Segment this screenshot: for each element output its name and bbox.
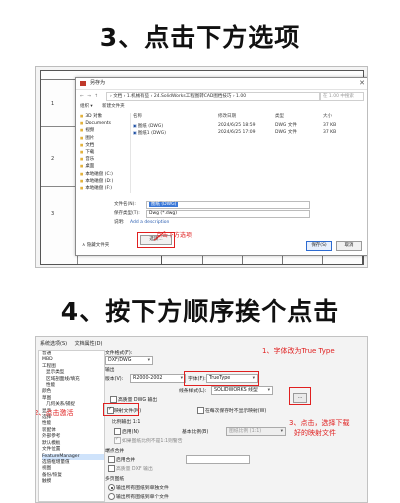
save-button[interactable]: 保存(S) (306, 241, 332, 251)
file-format-select[interactable]: DXF/DWG (105, 356, 153, 365)
multisheet-label: 多页图纸 (105, 477, 125, 482)
merge-distance-input[interactable] (186, 455, 250, 464)
multisheet-single-label: 输出所有图纸到单个文件 (116, 495, 169, 500)
hide-folders-toggle[interactable]: ∧ 隐藏文件夹 (82, 242, 109, 248)
drawing-row-label: 1 (51, 101, 55, 107)
file-list-header: 名称 修改日期 类型 大小 (133, 113, 362, 120)
tab-document-properties[interactable]: 文档属性(D) (75, 341, 103, 347)
sidebar-item[interactable]: 3D 对象 (80, 113, 130, 120)
dialog-title-bar: 另存为 ✕ (76, 78, 367, 90)
export-options-panel: 系统选项(S) 文档属性(D) 普通 MBD 工程图 显示类型 区域剖面线/填充… (35, 336, 368, 503)
dwg-file-icon: ▣ (133, 130, 137, 135)
version-label: 版本(V): (105, 377, 124, 382)
endpoint-merge-label: 端点合并 (105, 449, 125, 454)
base-scale-select[interactable]: 图纸比例 (1:1) (226, 427, 286, 436)
options-tree: 普通 MBD 工程图 显示类型 区域剖面线/填充 性能 颜色 草图 几何关系/捕… (38, 350, 105, 502)
multisheet-separate-radio[interactable] (108, 484, 115, 491)
dialog-toolbar: 组织 ▾ 新建文件夹 (80, 103, 364, 111)
step3-title: 3、点击下方选项 (99, 23, 301, 52)
file-row[interactable]: ▣图纸1 (DWG) 2024/6/25 17:09 DWG 文件 37 KB (133, 129, 362, 136)
enable-merge-label: 启用合并 (116, 458, 136, 463)
highlight-box-font (184, 371, 259, 386)
address-bar: ← → ↑ › 文档 › 1.机械有些 › 24.SolidWorks工程图转C… (80, 92, 364, 101)
filetype-select[interactable]: Dwg (*.dwg) (146, 210, 310, 218)
annotation-step1: 1、字体改为True Type (262, 347, 335, 355)
high-quality-label: 高质量 DWG 输出 (118, 398, 158, 403)
save-as-dialog: 另存为 ✕ ← → ↑ › 文档 › 1.机械有些 › 24.SolidWork… (75, 77, 367, 256)
column-type[interactable]: 类型 (275, 113, 284, 120)
organize-menu[interactable]: 组织 ▾ (80, 104, 93, 109)
column-name[interactable]: 名称 (133, 113, 142, 120)
nav-sidebar: 3D 对象 Documents 视频 图片 文档 下载 音乐 桌面 本地磁盘 (… (80, 113, 131, 193)
high-quality-dxf-label: 高质量 DXF 输出 (116, 467, 153, 472)
sidebar-item[interactable]: 本地磁盘 (D:) (80, 178, 130, 185)
multisheet-single-radio[interactable] (108, 493, 115, 500)
enable-scale-label: 启用(N) (122, 430, 139, 435)
annotation-step3-cont: 好的映射文件 (294, 429, 336, 437)
sidebar-item[interactable]: 本地磁盘 (F:) (80, 185, 130, 192)
column-size[interactable]: 大小 (323, 113, 332, 120)
dialog-title: 另存为 (90, 80, 106, 86)
sidebar-item[interactable]: 文档 (80, 142, 130, 149)
app-icon (80, 81, 86, 86)
cancel-button[interactable]: 取消 (336, 241, 362, 251)
warn-scale-checkbox[interactable] (114, 436, 121, 444)
sidebar-item[interactable]: 桌面 (80, 163, 130, 170)
nav-arrows-icon[interactable]: ← → ↑ (80, 92, 99, 101)
highlight-box-map (103, 403, 139, 416)
dwg-file-icon: ▣ (133, 123, 137, 128)
sidebar-item[interactable]: Documents (80, 120, 130, 127)
search-input[interactable]: 在 1.00 中搜索 (320, 92, 364, 101)
options-tabs: 系统选项(S) 文档属性(D) (40, 340, 108, 347)
sidebar-item[interactable]: 视频 (80, 127, 130, 134)
sidebar-item[interactable]: 本地磁盘 (C:) (80, 171, 130, 178)
annotation-text: 点击下方选项 (156, 232, 193, 239)
file-format-label: 文件格式(F): (105, 351, 133, 356)
new-folder-button[interactable]: 新建文件夹 (102, 104, 125, 109)
filename-input[interactable]: 图纸 (DWG) (146, 201, 310, 209)
add-description-link[interactable]: Add a description (130, 219, 169, 226)
high-quality-dxf-checkbox[interactable] (108, 465, 115, 472)
enable-scale-checkbox[interactable] (114, 428, 121, 435)
sidebar-item[interactable]: 图片 (80, 135, 130, 142)
multisheet-separate-label: 输出所有图纸到单独文件 (116, 486, 169, 491)
version-select[interactable]: R2000-2002 (130, 374, 186, 383)
file-list: 名称 修改日期 类型 大小 ▣图纸 (DWG) 2024/6/25 18:59 … (133, 113, 362, 163)
scale-label: 比例输出 1:1 (112, 420, 141, 425)
sidebar-item[interactable]: 音乐 (80, 156, 130, 163)
tab-system-options[interactable]: 系统选项(S) (40, 341, 67, 347)
drawing-row-label: 3 (51, 211, 55, 217)
output-section-label: 输出 (105, 368, 115, 373)
linestyle-select[interactable]: SOLIDWORKS 线型 (211, 386, 273, 395)
cad-screenshot-panel: 1 2 3 另存为 ✕ ← → ↑ › 文档 › 1.机械有些 › 24.Sol… (35, 66, 368, 268)
path-field[interactable]: › 文档 › 1.机械有些 › 24.SolidWorks工程图转CAD图档技巧… (106, 92, 320, 101)
sidebar-item[interactable]: 下载 (80, 149, 130, 156)
file-row[interactable]: ▣图纸 (DWG) 2024/6/25 18:59 DWG 文件 37 KB (133, 122, 362, 129)
enable-merge-checkbox[interactable] (108, 456, 115, 463)
annotation-step3: 3、点击，选择下载 (289, 419, 350, 427)
column-date[interactable]: 修改日期 (218, 113, 236, 120)
base-scale-label: 基本比例(B) (182, 430, 209, 435)
no-map-dialog-label: 在每次保存时不显示映射(W) (205, 409, 267, 414)
close-icon[interactable]: ✕ (359, 78, 365, 89)
warn-scale-label: 如果图纸比例不是1:1则警告 (122, 439, 183, 444)
tree-item[interactable]: 触摸 (42, 479, 104, 485)
drawing-row-label: 2 (51, 156, 55, 162)
annotation-step2: 2、点击激活 (35, 409, 74, 417)
step4-title: 4、按下方顺序挨个点击 (60, 297, 340, 326)
linestyle-label: 线条样式(L): (179, 389, 207, 394)
highlight-box-browse (289, 387, 311, 405)
high-quality-checkbox[interactable] (110, 396, 117, 403)
no-map-dialog-checkbox[interactable] (197, 407, 204, 414)
